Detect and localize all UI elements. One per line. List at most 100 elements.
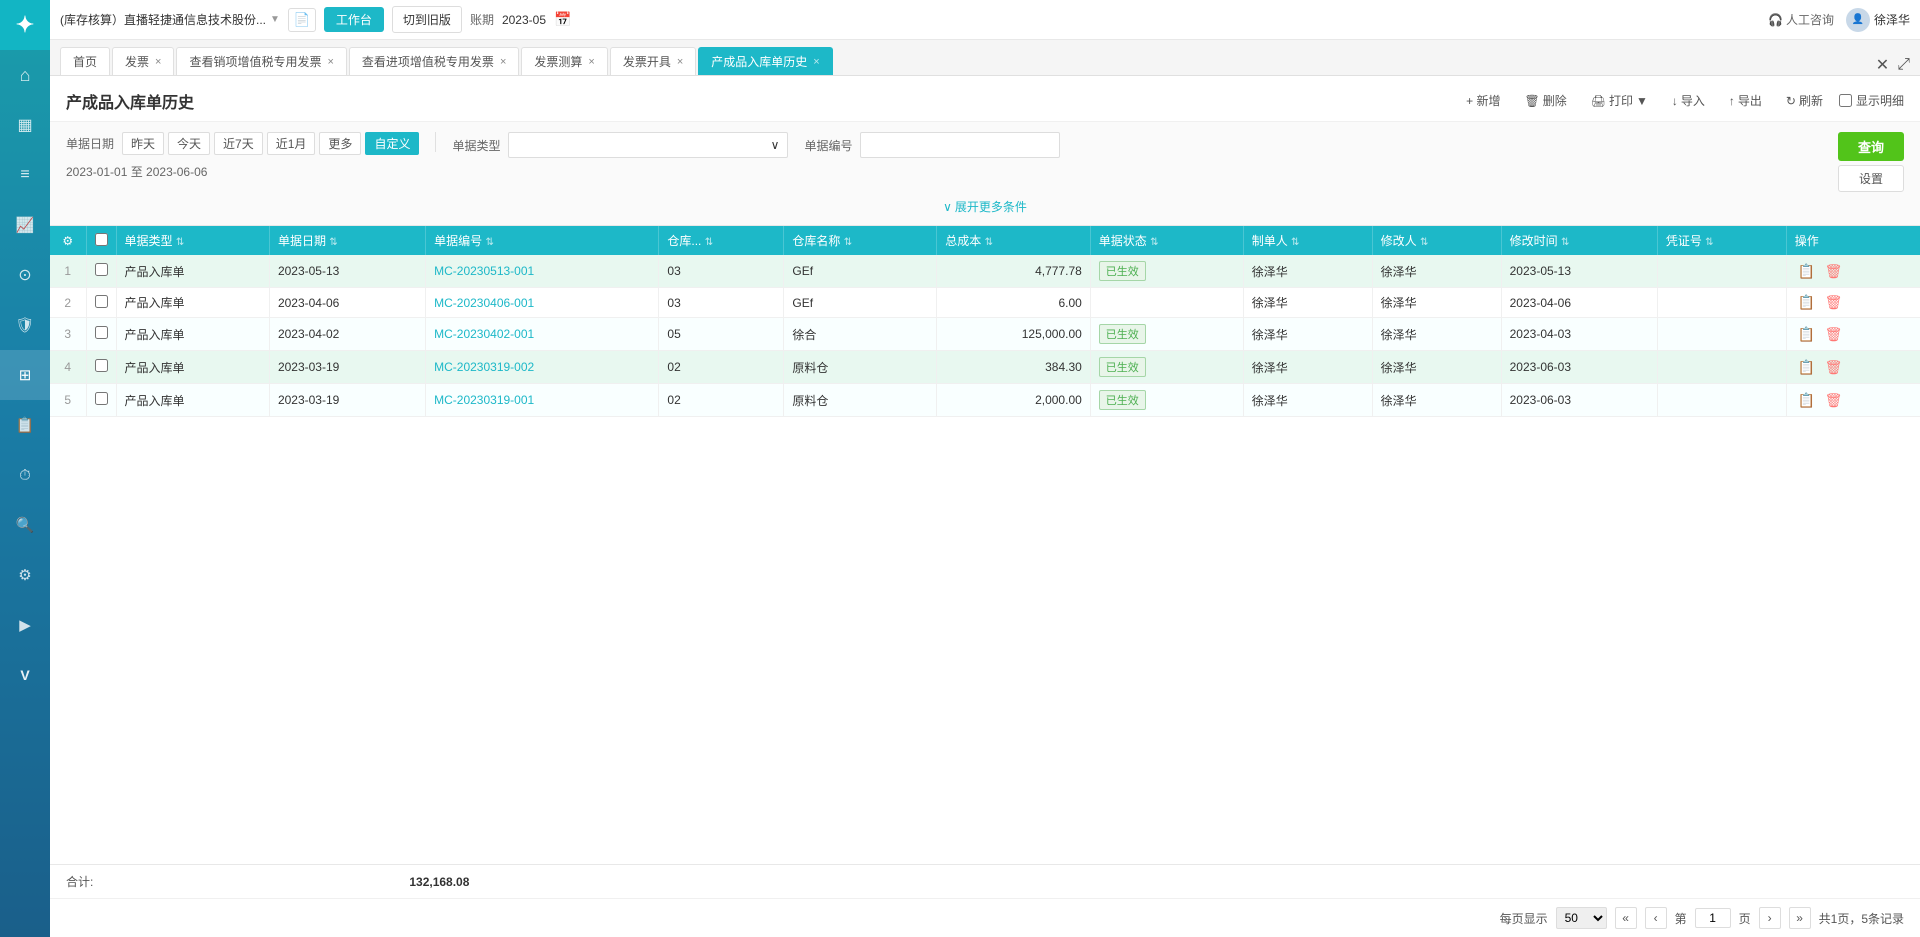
show-detail-input[interactable] [1839,94,1852,107]
tab-close-icon[interactable]: ✕ [1876,55,1889,75]
btn-1month[interactable]: 近1月 [267,132,316,155]
tab-expand-icon[interactable]: ⤢ [1897,56,1910,74]
btn-more[interactable]: 更多 [319,132,361,155]
btn-yesterday[interactable]: 昨天 [122,132,164,155]
col-total-cost[interactable]: 总成本 ⇅ [937,226,1091,255]
prev-page-btn[interactable]: ‹ [1645,907,1667,929]
tab-invoice-issue-close[interactable]: × [677,56,683,68]
edit-btn[interactable]: 📋 [1795,359,1818,376]
query-button[interactable]: 查询 [1838,132,1904,161]
row-checkbox[interactable] [86,384,116,417]
doc-button[interactable]: 📄 [288,8,316,32]
number-link[interactable]: MC-20230402-001 [434,327,534,341]
btn-custom[interactable]: 自定义 [365,132,419,155]
row-settings[interactable]: 3 [50,318,86,351]
col-voucher[interactable]: 凭证号 ⇅ [1657,226,1786,255]
tab-sales-vat[interactable]: 查看销项增值税专用发票 × [176,47,346,75]
select-all-checkbox[interactable] [95,233,108,246]
del-btn[interactable]: 🗑 [1822,326,1846,343]
del-btn[interactable]: 🗑 [1822,294,1846,311]
btn-7days[interactable]: 近7天 [214,132,263,155]
sidebar-item-grid[interactable]: ⊞ [0,350,50,400]
col-warehouse-code[interactable]: 仓库... ⇅ [659,226,784,255]
tab-invoice-issue[interactable]: 发票开具 × [610,47,696,75]
delete-button[interactable]: 🗑 删除 [1516,88,1574,113]
import-button[interactable]: ↓ 导入 [1664,88,1713,113]
sidebar-item-search[interactable]: 🔍 [0,500,50,550]
sidebar-item-clock[interactable]: ⏱ [0,450,50,500]
row-settings[interactable]: 2 [50,288,86,318]
col-status[interactable]: 单据状态 ⇅ [1090,226,1243,255]
col-modifier[interactable]: 修改人 ⇅ [1372,226,1501,255]
company-selector[interactable]: (库存核算）直播轻捷通信息技术股份... ▼ [60,11,280,28]
sidebar-item-doc[interactable]: 📋 [0,400,50,450]
number-link[interactable]: MC-20230406-001 [434,296,534,310]
switch-version-button[interactable]: 切到旧版 [392,6,462,33]
col-settings[interactable]: ⚙ [50,226,86,255]
edit-btn[interactable]: 📋 [1795,392,1818,409]
tab-invoice-close[interactable]: × [155,56,161,68]
sidebar-item-shield[interactable]: 🛡 [0,300,50,350]
sidebar-item-module1[interactable]: ▦ [0,100,50,150]
col-checkbox[interactable] [86,226,116,255]
btn-today[interactable]: 今天 [168,132,210,155]
row-checkbox[interactable] [86,288,116,318]
del-btn[interactable]: 🗑 [1822,359,1846,376]
per-page-select[interactable]: 50 100 200 [1556,907,1607,929]
tab-invoice-calc-close[interactable]: × [588,56,594,68]
edit-btn[interactable]: 📋 [1795,263,1818,280]
tab-invoice-calc[interactable]: 发票测算 × [521,47,607,75]
sidebar-item-home[interactable]: ⌂ [0,50,50,100]
col-number[interactable]: 单据编号 ⇅ [426,226,659,255]
row-settings[interactable]: 5 [50,384,86,417]
page-number-input[interactable] [1695,908,1731,928]
row-settings[interactable]: 4 [50,351,86,384]
number-link[interactable]: MC-20230319-002 [434,360,534,374]
expand-filter-btn[interactable]: ∨ 展开更多条件 [943,198,1027,215]
support-link[interactable]: 🎧 人工咨询 [1768,11,1834,28]
show-detail-checkbox[interactable]: 显示明细 [1839,92,1904,109]
tab-purchase-vat-close[interactable]: × [500,56,506,68]
calendar-icon[interactable]: 📅 [554,11,571,28]
export-button[interactable]: ↑ 导出 [1721,88,1770,113]
user-menu[interactable]: 👤 徐泽华 [1846,8,1910,32]
next-page-btn[interactable]: › [1759,907,1781,929]
tab-home[interactable]: 首页 [60,47,110,75]
print-button[interactable]: 🖨 打印 ▼ [1583,88,1656,113]
sidebar-item-bell[interactable]: ⚙ [0,550,50,600]
row-settings[interactable]: 1 [50,255,86,288]
sidebar-item-menu[interactable]: ≡ [0,150,50,200]
edit-btn[interactable]: 📋 [1795,326,1818,343]
edit-btn[interactable]: 📋 [1795,294,1818,311]
sidebar-item-analytics[interactable]: 📈 [0,200,50,250]
col-warehouse-name[interactable]: 仓库名称 ⇅ [784,226,937,255]
workbench-button[interactable]: 工作台 [324,7,384,32]
tab-purchase-vat[interactable]: 查看进项增值税专用发票 × [349,47,519,75]
type-select[interactable]: ∨ [508,132,788,158]
row-checkbox[interactable] [86,255,116,288]
app-logo[interactable]: ✦ [0,0,50,50]
number-link[interactable]: MC-20230319-001 [434,393,534,407]
col-creator[interactable]: 制单人 ⇅ [1243,226,1372,255]
last-page-btn[interactable]: » [1789,907,1811,929]
row-checkbox[interactable] [86,318,116,351]
tab-sales-vat-close[interactable]: × [327,56,333,68]
setting-button[interactable]: 设置 [1838,165,1904,192]
del-btn[interactable]: 🗑 [1822,392,1846,409]
sidebar-item-v[interactable]: V [0,650,50,700]
tab-product-history-close[interactable]: × [813,56,819,68]
tab-invoice[interactable]: 发票 × [112,47,174,75]
row-checkbox[interactable] [86,351,116,384]
new-button[interactable]: + 新增 [1458,88,1508,113]
del-btn[interactable]: 🗑 [1822,263,1846,280]
sidebar-item-play[interactable]: ▶ [0,600,50,650]
sidebar-item-settings1[interactable]: ⊙ [0,250,50,300]
col-date[interactable]: 单据日期 ⇅ [269,226,425,255]
first-page-btn[interactable]: « [1615,907,1637,929]
number-input[interactable] [860,132,1060,158]
refresh-button[interactable]: ↻ 刷新 [1778,88,1831,113]
col-type[interactable]: 单据类型 ⇅ [116,226,269,255]
col-modify-time[interactable]: 修改时间 ⇅ [1501,226,1657,255]
number-link[interactable]: MC-20230513-001 [434,264,534,278]
tab-product-history[interactable]: 产成品入库单历史 × [698,47,832,75]
